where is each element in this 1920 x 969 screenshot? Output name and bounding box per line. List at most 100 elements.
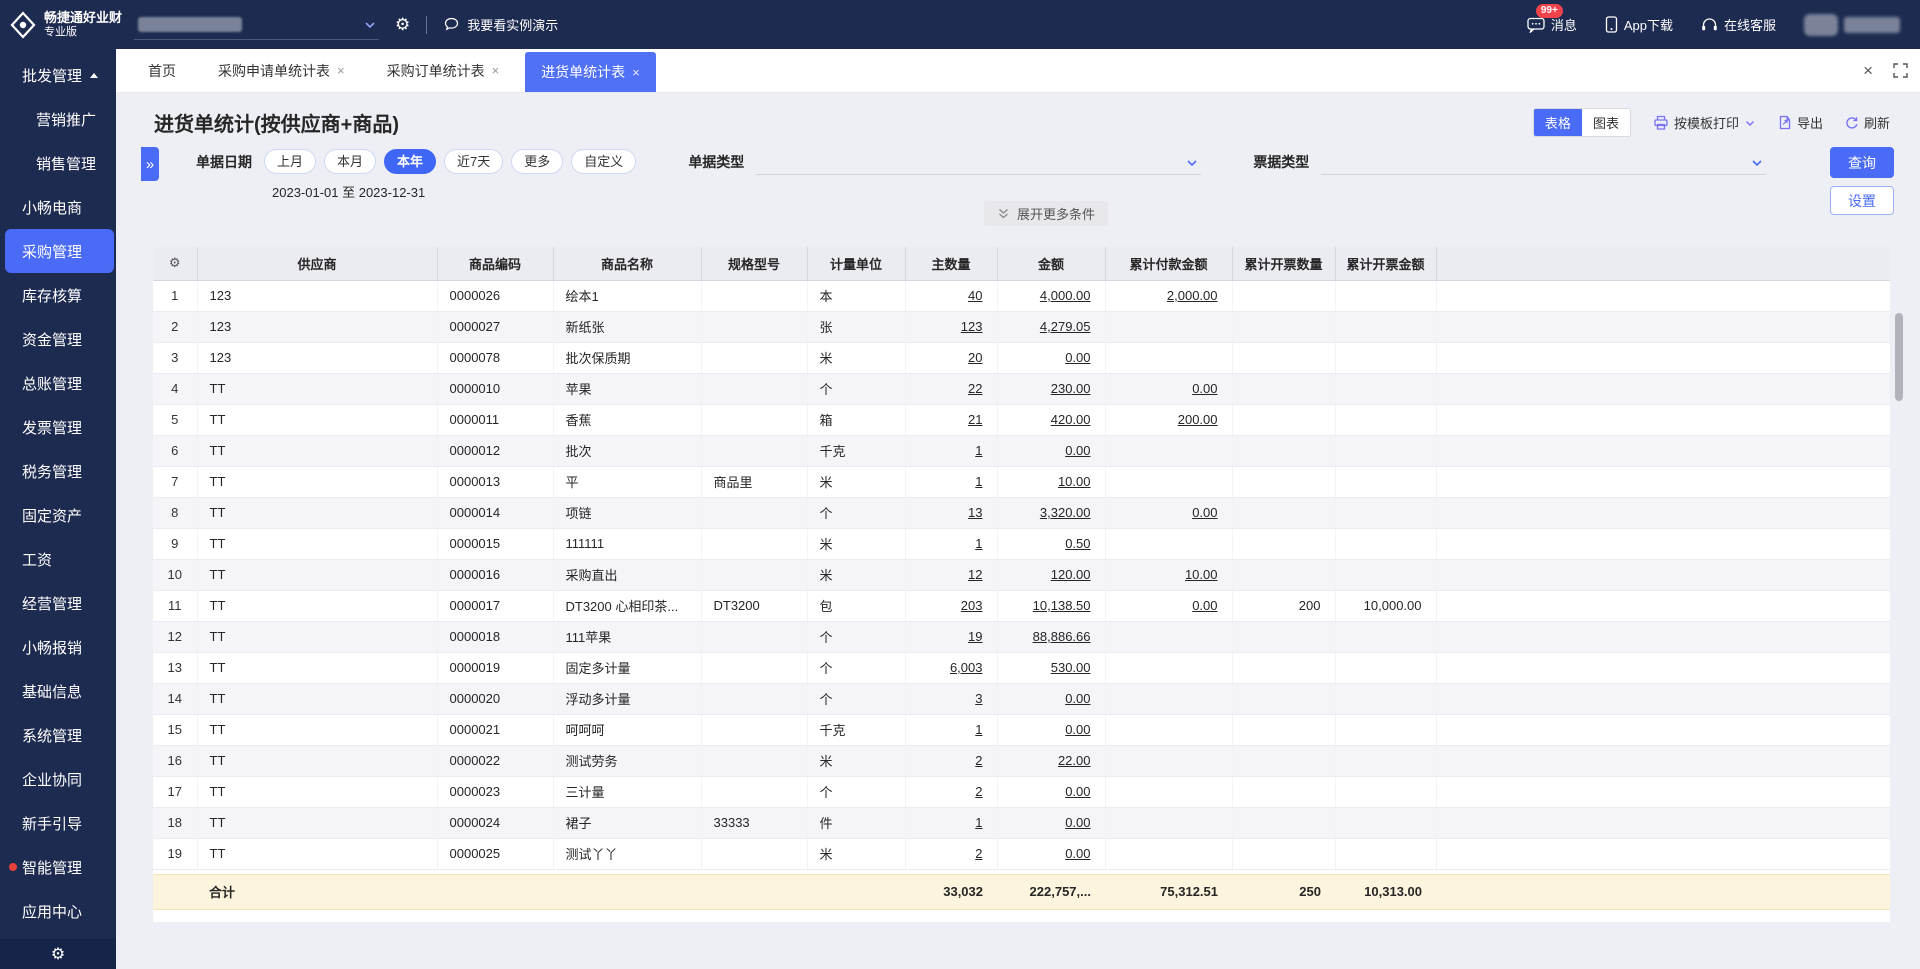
sidebar-settings-gear-icon[interactable]: ⚙ [0, 939, 116, 969]
sidebar-item-固定资产[interactable]: 固定资产 [0, 493, 116, 537]
value-link[interactable]: 2 [975, 753, 982, 768]
value-link[interactable]: 10,138.50 [1033, 598, 1091, 613]
query-button[interactable]: 查询 [1830, 147, 1894, 178]
value-link[interactable]: 4,000.00 [1040, 288, 1091, 303]
value-link[interactable]: 20 [968, 350, 982, 365]
sidebar-item-智能管理[interactable]: 智能管理 [0, 845, 116, 889]
sidebar-item-小畅电商[interactable]: 小畅电商 [0, 185, 116, 229]
bill-type-select[interactable] [1321, 149, 1767, 175]
vertical-scrollbar[interactable] [1895, 261, 1903, 951]
sidebar-item-销售管理[interactable]: 销售管理 [0, 141, 116, 185]
value-link[interactable]: 200.00 [1178, 412, 1218, 427]
doc-type-select[interactable] [756, 149, 1202, 175]
value-link[interactable]: 1 [975, 536, 982, 551]
value-link[interactable]: 19 [968, 629, 982, 644]
value-link[interactable]: 10.00 [1185, 567, 1218, 582]
view-table-button[interactable]: 表格 [1533, 109, 1582, 136]
sidebar-item-新手引导[interactable]: 新手引导 [0, 801, 116, 845]
value-link[interactable]: 0.00 [1065, 443, 1090, 458]
column-header[interactable]: 主数量 [905, 247, 998, 281]
value-link[interactable]: 0.00 [1065, 350, 1090, 365]
value-link[interactable]: 10.00 [1058, 474, 1091, 489]
tab-采购申请单统计表[interactable]: 采购申请单统计表 × [202, 49, 361, 92]
value-link[interactable]: 1 [975, 443, 982, 458]
value-link[interactable]: 1 [975, 722, 982, 737]
value-link[interactable]: 0.00 [1065, 691, 1090, 706]
close-icon[interactable]: × [1863, 62, 1873, 79]
tab-采购订单统计表[interactable]: 采购订单统计表 × [371, 49, 516, 92]
column-header[interactable]: 规格型号 [701, 247, 808, 281]
settings-button[interactable]: 设置 [1830, 186, 1894, 215]
date-pill-上月[interactable]: 上月 [264, 149, 317, 174]
value-link[interactable]: 203 [961, 598, 983, 613]
value-link[interactable]: 0.50 [1065, 536, 1090, 551]
sidebar-item-小畅报销[interactable]: 小畅报销 [0, 625, 116, 669]
value-link[interactable]: 40 [968, 288, 982, 303]
value-link[interactable]: 0.00 [1192, 505, 1217, 520]
user-account[interactable] [1804, 13, 1900, 36]
tab-close-icon[interactable]: × [632, 65, 640, 80]
date-range-value[interactable]: 2023-01-01 至 2023-12-31 [272, 182, 636, 201]
value-link[interactable]: 123 [961, 319, 983, 334]
sidebar-item-发票管理[interactable]: 发票管理 [0, 405, 116, 449]
column-header[interactable]: 商品名称 [553, 247, 702, 281]
date-pill-更多[interactable]: 更多 [511, 149, 564, 174]
gear-icon[interactable]: ⚙ [395, 15, 410, 35]
column-settings-gear-icon[interactable]: ⚙ [153, 247, 198, 281]
sidebar-item-总账管理[interactable]: 总账管理 [0, 361, 116, 405]
column-header[interactable]: 金额 [997, 247, 1106, 281]
value-link[interactable]: 6,003 [950, 660, 983, 675]
account-select[interactable] [134, 10, 379, 40]
value-link[interactable]: 0.00 [1065, 784, 1090, 799]
sidebar-item-批发管理[interactable]: 批发管理 [0, 53, 116, 97]
value-link[interactable]: 2,000.00 [1167, 288, 1218, 303]
value-link[interactable]: 530.00 [1051, 660, 1091, 675]
sidebar-item-系统管理[interactable]: 系统管理 [0, 713, 116, 757]
value-link[interactable]: 0.00 [1192, 598, 1217, 613]
sidebar-item-采购管理[interactable]: 采购管理 [5, 229, 114, 273]
value-link[interactable]: 120.00 [1051, 567, 1091, 582]
demo-link[interactable]: 我要看实例演示 [443, 15, 558, 34]
date-pill-自定义[interactable]: 自定义 [571, 149, 637, 174]
tab-close-icon[interactable]: × [337, 63, 345, 78]
value-link[interactable]: 88,886.66 [1033, 629, 1091, 644]
column-header[interactable]: 累计开票数量 [1232, 247, 1336, 281]
sidebar-item-库存核算[interactable]: 库存核算 [0, 273, 116, 317]
scrollbar-thumb[interactable] [1895, 313, 1903, 401]
view-chart-button[interactable]: 图表 [1582, 109, 1630, 136]
fullscreen-icon[interactable] [1893, 63, 1908, 78]
value-link[interactable]: 0.00 [1065, 722, 1090, 737]
column-header[interactable]: 商品编码 [437, 247, 554, 281]
column-header[interactable]: 累计开票金额 [1335, 247, 1437, 281]
sidebar-item-营销推广[interactable]: 营销推广 [0, 97, 116, 141]
value-link[interactable]: 22 [968, 381, 982, 396]
tab-进货单统计表[interactable]: 进货单统计表 × [525, 52, 656, 92]
date-pill-本月[interactable]: 本月 [324, 149, 377, 174]
value-link[interactable]: 13 [968, 505, 982, 520]
sidebar-item-企业协同[interactable]: 企业协同 [0, 757, 116, 801]
value-link[interactable]: 12 [968, 567, 982, 582]
value-link[interactable]: 0.00 [1065, 846, 1090, 861]
value-link[interactable]: 230.00 [1051, 381, 1091, 396]
sidebar-item-经营管理[interactable]: 经营管理 [0, 581, 116, 625]
tab-首页[interactable]: 首页 [132, 49, 192, 92]
sidebar-item-资金管理[interactable]: 资金管理 [0, 317, 116, 361]
refresh-button[interactable]: 刷新 [1845, 113, 1890, 132]
app-download-button[interactable]: App下载 [1605, 15, 1673, 34]
value-link[interactable]: 0.00 [1065, 815, 1090, 830]
sidebar-item-工资[interactable]: 工资 [0, 537, 116, 581]
tab-close-icon[interactable]: × [492, 63, 500, 78]
sidebar-item-基础信息[interactable]: 基础信息 [0, 669, 116, 713]
column-header[interactable]: 计量单位 [807, 247, 906, 281]
date-pill-近7天[interactable]: 近7天 [444, 149, 504, 174]
value-link[interactable]: 420.00 [1051, 412, 1091, 427]
value-link[interactable]: 1 [975, 474, 982, 489]
value-link[interactable]: 22.00 [1058, 753, 1091, 768]
value-link[interactable]: 2 [975, 846, 982, 861]
expand-more-button[interactable]: 展开更多条件 [984, 201, 1109, 226]
support-button[interactable]: 在线客服 [1701, 15, 1776, 34]
value-link[interactable]: 3,320.00 [1040, 505, 1091, 520]
value-link[interactable]: 1 [975, 815, 982, 830]
value-link[interactable]: 3 [975, 691, 982, 706]
print-button[interactable]: 按模板打印 [1653, 113, 1756, 132]
